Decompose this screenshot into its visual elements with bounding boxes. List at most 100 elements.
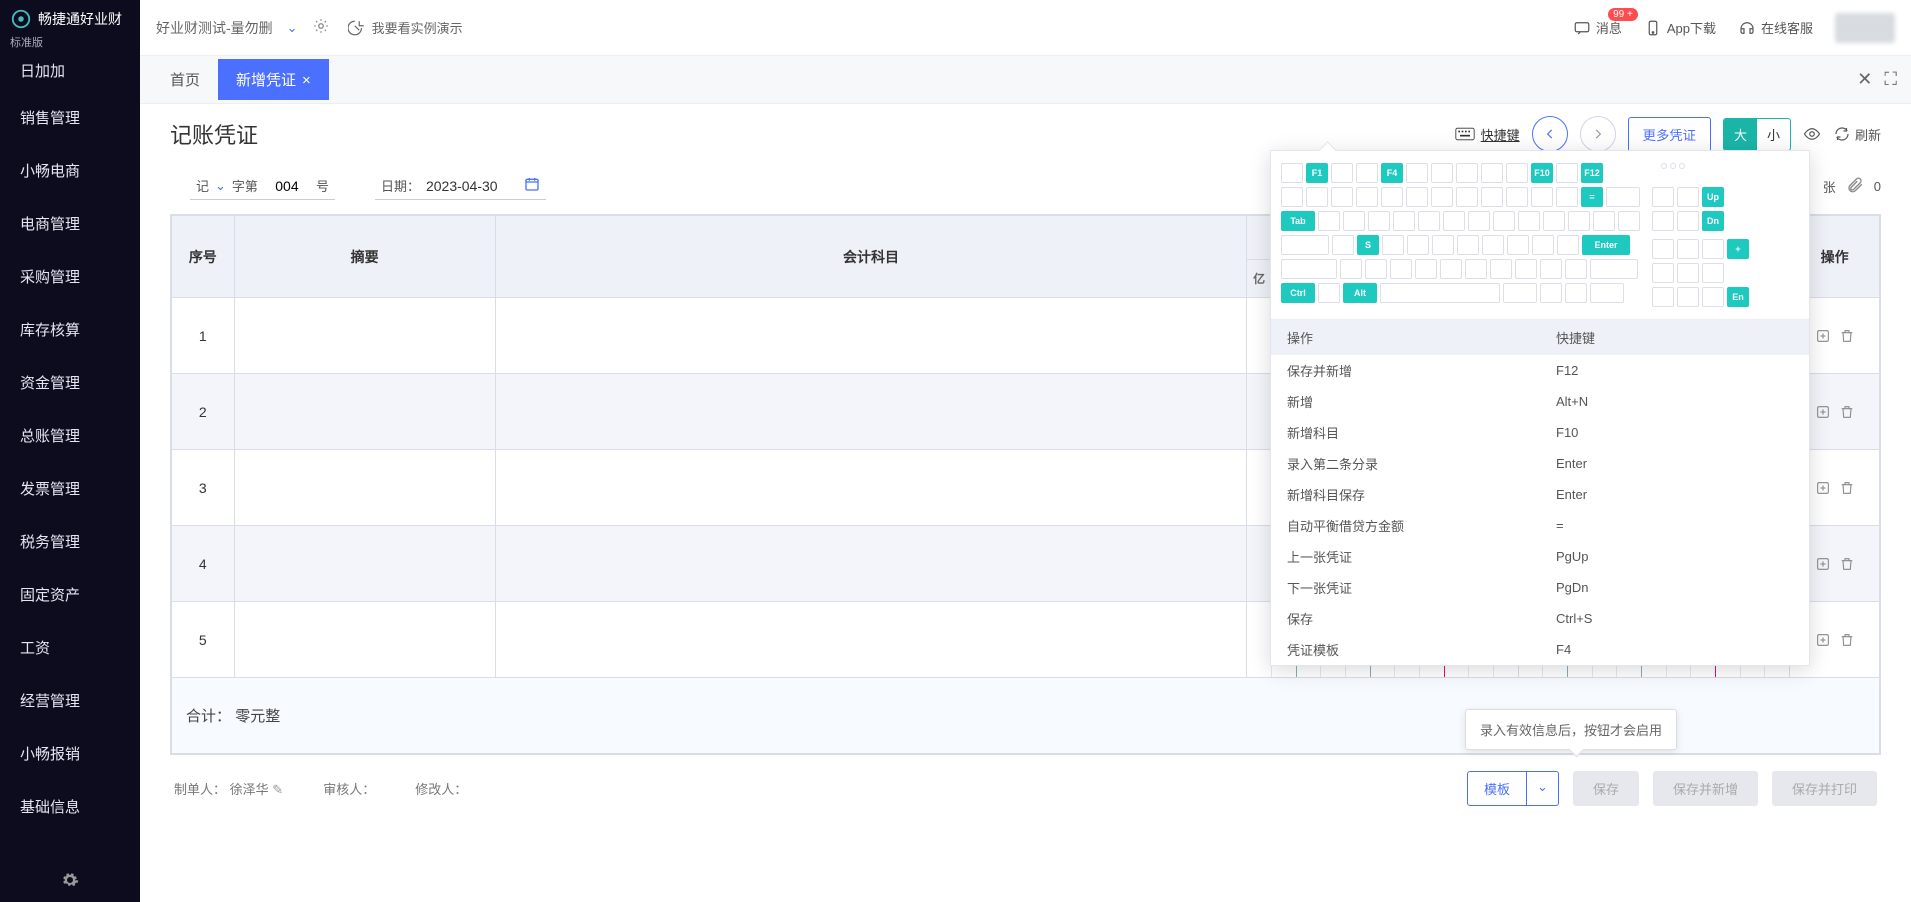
template-dropdown-icon[interactable]: ⌄ (1526, 772, 1558, 805)
auditor-label: 审核人： (323, 779, 375, 798)
cell-subject[interactable] (495, 374, 1247, 450)
nav-item[interactable]: 经营管理 (0, 674, 140, 727)
cell-abstract[interactable] (234, 602, 495, 678)
service-label: 在线客服 (1761, 18, 1813, 37)
save-new-button: 保存并新增 (1653, 771, 1758, 806)
shortcut-key: F12 (1540, 355, 1809, 386)
brand-edition: 标准版 (0, 34, 140, 50)
shortcut-list: 操作 快捷键 保存并新增F12新增Alt+N新增科目F10录入第二条分录Ente… (1271, 319, 1809, 665)
edit-maker-icon[interactable]: ✎ (272, 782, 283, 797)
save-print-button: 保存并打印 (1772, 771, 1877, 806)
size-toggle: 大 小 (1723, 118, 1791, 151)
shortcut-row: 保存并新增F12 (1271, 355, 1809, 386)
voucher-number-input[interactable] (264, 178, 310, 194)
shortcut-panel: F1F4F10F12 = Tab SEnter CtrlA (1270, 150, 1810, 666)
cell-subject[interactable] (495, 450, 1247, 526)
nav-item[interactable]: 电商管理 (0, 197, 140, 250)
shortcut-op: 新增科目保存 (1271, 479, 1540, 510)
demo-link[interactable]: 我要看实例演示 (348, 18, 463, 37)
add-row-icon[interactable] (1815, 480, 1831, 496)
th-subject: 会计科目 (495, 216, 1247, 298)
user-avatar[interactable] (1835, 13, 1895, 43)
cell-abstract[interactable] (234, 374, 495, 450)
brand-name: 畅捷通好业财 (38, 9, 122, 29)
nav-item[interactable]: 小畅电商 (0, 144, 140, 197)
fullscreen-icon[interactable]: ⛶ (1884, 69, 1897, 90)
shortcut-key: Ctrl+S (1540, 603, 1809, 634)
messages-button[interactable]: 消息 99 + (1573, 18, 1622, 37)
shortcut-button[interactable]: 快捷键 (1455, 125, 1520, 144)
tab-home[interactable]: 首页 (152, 59, 218, 100)
voucher-type-dropdown-icon[interactable]: ⌄ (215, 178, 226, 194)
th-index: 序号 (172, 216, 235, 298)
workspace-config-icon[interactable] (312, 17, 330, 38)
shortcut-op: 下一张凭证 (1271, 572, 1540, 603)
sidebar: 畅捷通好业财 标准版 日加加 销售管理小畅电商电商管理采购管理库存核算资金管理总… (0, 0, 140, 902)
cell-index: 3 (172, 450, 235, 526)
close-icon[interactable]: × (302, 72, 311, 89)
template-button: 模板 ⌄ (1467, 771, 1559, 806)
cell-abstract[interactable] (234, 298, 495, 374)
size-small[interactable]: 小 (1757, 119, 1790, 150)
delete-row-icon[interactable] (1839, 404, 1855, 420)
topbar: 好业财测试-量勿删 ⌄ 我要看实例演示 消息 99 + App下载 (140, 0, 1911, 56)
preview-icon[interactable] (1803, 125, 1821, 143)
size-large[interactable]: 大 (1724, 119, 1757, 150)
nav-item[interactable]: 工资 (0, 621, 140, 674)
prev-voucher-button[interactable] (1532, 116, 1568, 152)
shortcut-key: = (1540, 510, 1809, 541)
date-input[interactable] (426, 178, 518, 194)
cell-abstract[interactable] (234, 450, 495, 526)
add-row-icon[interactable] (1815, 404, 1831, 420)
nav-item[interactable]: 总账管理 (0, 409, 140, 462)
next-voucher-button[interactable] (1580, 116, 1616, 152)
nav-item-cut[interactable]: 日加加 (0, 56, 140, 91)
nav-item[interactable]: 销售管理 (0, 91, 140, 144)
add-row-icon[interactable] (1815, 328, 1831, 344)
cell-subject[interactable] (495, 298, 1247, 374)
date-label: 日期： (381, 176, 420, 195)
more-vouchers-button[interactable]: 更多凭证 (1628, 117, 1711, 152)
shortcut-row: 保存Ctrl+S (1271, 603, 1809, 634)
template-label[interactable]: 模板 (1468, 772, 1526, 805)
nav-item[interactable]: 资金管理 (0, 356, 140, 409)
attachment-icon[interactable] (1846, 176, 1864, 197)
workspace-dropdown-icon[interactable]: ⌄ (287, 20, 298, 36)
nav-item[interactable]: 基础信息 (0, 780, 140, 833)
refresh-button[interactable]: 刷新 (1833, 125, 1881, 144)
nav-item[interactable]: 固定资产 (0, 568, 140, 621)
calendar-icon[interactable] (524, 176, 540, 195)
delete-row-icon[interactable] (1839, 632, 1855, 648)
footer-meta: 制单人： 徐泽华 ✎ 审核人： 修改人： 录入有效信息后，按钮才会启用 模板 ⌄… (170, 755, 1881, 806)
nav-item[interactable]: 采购管理 (0, 250, 140, 303)
save-tooltip: 录入有效信息后，按钮才会启用 (1465, 709, 1677, 750)
nav-item[interactable]: 库存核算 (0, 303, 140, 356)
shortcut-row: 录入第二条分录Enter (1271, 448, 1809, 479)
nav-item[interactable]: 税务管理 (0, 515, 140, 568)
service-button[interactable]: 在线客服 (1738, 18, 1813, 37)
cell-abstract[interactable] (234, 526, 495, 602)
add-row-icon[interactable] (1815, 556, 1831, 572)
close-all-tabs-icon[interactable]: ✕ (1857, 69, 1872, 90)
tab-new-voucher[interactable]: 新增凭证× (218, 59, 329, 100)
shortcut-key: Enter (1540, 448, 1809, 479)
cell-subject[interactable] (495, 526, 1247, 602)
nav-item[interactable]: 发票管理 (0, 462, 140, 515)
settings-gear-icon[interactable] (0, 861, 140, 902)
nav-item[interactable]: 小畅报销 (0, 727, 140, 780)
delete-row-icon[interactable] (1839, 480, 1855, 496)
add-row-icon[interactable] (1815, 632, 1831, 648)
cell-index: 1 (172, 298, 235, 374)
cell-subject[interactable] (495, 602, 1247, 678)
cell-index: 2 (172, 374, 235, 450)
refresh-label: 刷新 (1855, 125, 1881, 144)
workspace-name[interactable]: 好业财测试-量勿删 (156, 18, 273, 38)
messages-badge: 99 + (1608, 8, 1638, 21)
shortcut-key: F10 (1540, 417, 1809, 448)
delete-row-icon[interactable] (1839, 328, 1855, 344)
brand-logo: 畅捷通好业财 (0, 0, 140, 38)
main: 好业财测试-量勿删 ⌄ 我要看实例演示 消息 99 + App下载 (140, 0, 1911, 902)
app-download-button[interactable]: App下载 (1644, 18, 1716, 37)
shortcut-op: 上一张凭证 (1271, 541, 1540, 572)
delete-row-icon[interactable] (1839, 556, 1855, 572)
